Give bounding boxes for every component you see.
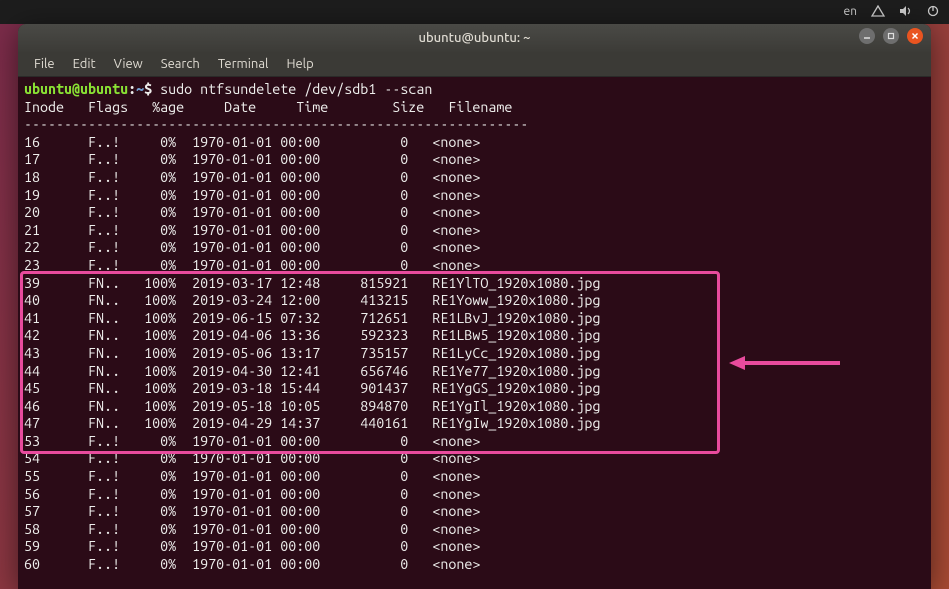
output-row: 59 F..! 0% 1970-01-01 00:00 0 <none> [24, 538, 925, 556]
output-row: 22 F..! 0% 1970-01-01 00:00 0 <none> [24, 239, 925, 257]
output-row: 47 FN.. 100% 2019-04-29 14:37 440161 RE1… [24, 415, 925, 433]
output-row: 43 FN.. 100% 2019-05-06 13:17 735157 RE1… [24, 345, 925, 363]
desktop: en ubuntu@ubuntu: ~ [0, 0, 949, 589]
output-row: 23 F..! 0% 1970-01-01 00:00 0 <none> [24, 257, 925, 275]
output-row: 17 F..! 0% 1970-01-01 00:00 0 <none> [24, 151, 925, 169]
prompt-path: ~ [136, 81, 144, 97]
language-indicator[interactable]: en [844, 6, 857, 18]
output-row: 20 F..! 0% 1970-01-01 00:00 0 <none> [24, 204, 925, 222]
prompt-user-host: ubuntu@ubuntu [24, 81, 128, 97]
terminal-window: ubuntu@ubuntu: ~ File Edit View Search T… [18, 24, 931, 589]
window-title: ubuntu@ubuntu: ~ [419, 31, 531, 45]
command-text: sudo ntfsundelete /dev/sdb1 --scan [160, 81, 432, 97]
prompt-line: ubuntu@ubuntu:~$ sudo ntfsundelete /dev/… [24, 81, 925, 99]
output-row: 54 F..! 0% 1970-01-01 00:00 0 <none> [24, 450, 925, 468]
divider-line: ----------------------------------------… [24, 116, 925, 134]
menubar: File Edit View Search Terminal Help [18, 52, 931, 77]
output-row: 44 FN.. 100% 2019-04-30 12:41 656746 RE1… [24, 363, 925, 381]
output-row: 18 F..! 0% 1970-01-01 00:00 0 <none> [24, 169, 925, 187]
output-row: 16 F..! 0% 1970-01-01 00:00 0 <none> [24, 134, 925, 152]
menu-search[interactable]: Search [153, 54, 208, 74]
output-row: 57 F..! 0% 1970-01-01 00:00 0 <none> [24, 503, 925, 521]
output-row: 19 F..! 0% 1970-01-01 00:00 0 <none> [24, 187, 925, 205]
close-button[interactable] [907, 28, 923, 44]
menu-view[interactable]: View [106, 54, 151, 74]
output-row: 42 FN.. 100% 2019-04-06 13:36 592323 RE1… [24, 327, 925, 345]
output-row: 56 F..! 0% 1970-01-01 00:00 0 <none> [24, 486, 925, 504]
output-row: 58 F..! 0% 1970-01-01 00:00 0 <none> [24, 521, 925, 539]
minimize-button[interactable] [859, 28, 875, 44]
output-row: 53 F..! 0% 1970-01-01 00:00 0 <none> [24, 433, 925, 451]
maximize-button[interactable] [883, 28, 899, 44]
output-row: 45 FN.. 100% 2019-03-18 15:44 901437 RE1… [24, 380, 925, 398]
terminal-output[interactable]: ubuntu@ubuntu:~$ sudo ntfsundelete /dev/… [18, 77, 931, 578]
output-row: 55 F..! 0% 1970-01-01 00:00 0 <none> [24, 468, 925, 486]
volume-icon[interactable] [899, 5, 913, 20]
menu-edit[interactable]: Edit [65, 54, 104, 74]
window-titlebar[interactable]: ubuntu@ubuntu: ~ [18, 24, 931, 52]
output-row: 21 F..! 0% 1970-01-01 00:00 0 <none> [24, 222, 925, 240]
output-row: 41 FN.. 100% 2019-06-15 07:32 712651 RE1… [24, 310, 925, 328]
menu-help[interactable]: Help [278, 54, 321, 74]
output-row: 46 FN.. 100% 2019-05-18 10:05 894870 RE1… [24, 398, 925, 416]
menu-file[interactable]: File [26, 54, 63, 74]
output-row: 40 FN.. 100% 2019-03-24 12:00 413215 RE1… [24, 292, 925, 310]
network-icon[interactable] [871, 5, 885, 20]
output-row: 39 FN.. 100% 2019-03-17 12:48 815921 RE1… [24, 275, 925, 293]
menu-terminal[interactable]: Terminal [210, 54, 277, 74]
gnome-topbar: en [0, 0, 949, 24]
column-header: Inode Flags %age Date Time Size Filename [24, 99, 925, 117]
power-icon[interactable] [927, 5, 939, 20]
window-controls [859, 28, 923, 44]
output-row: 60 F..! 0% 1970-01-01 00:00 0 <none> [24, 556, 925, 574]
